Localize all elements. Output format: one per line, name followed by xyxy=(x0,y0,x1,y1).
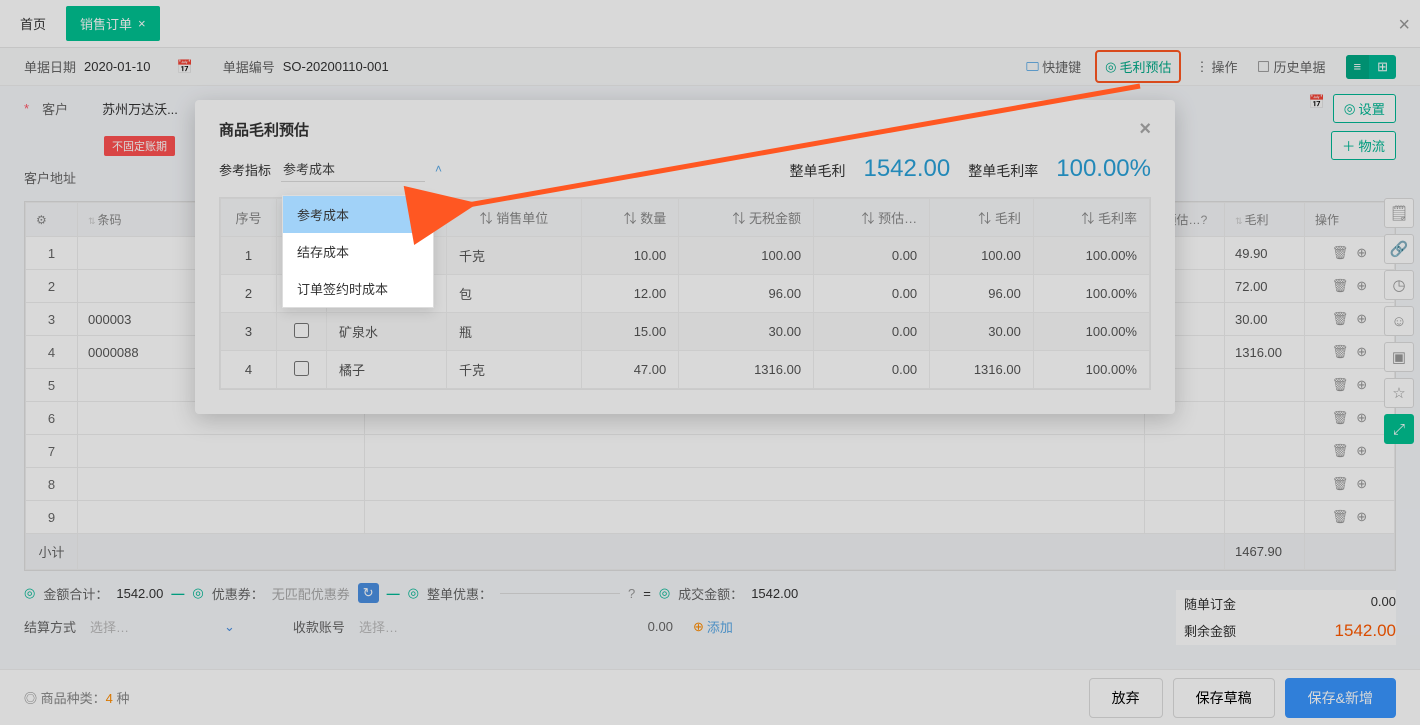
dropdown-option[interactable]: 订单签约时成本 xyxy=(283,270,433,307)
dropdown-option[interactable]: 参考成本 xyxy=(283,196,433,233)
modal-mask[interactable] xyxy=(0,0,1420,725)
dropdown-option[interactable]: 结存成本 xyxy=(283,233,433,270)
metric-dropdown: 参考成本 结存成本 订单签约时成本 xyxy=(282,195,434,308)
